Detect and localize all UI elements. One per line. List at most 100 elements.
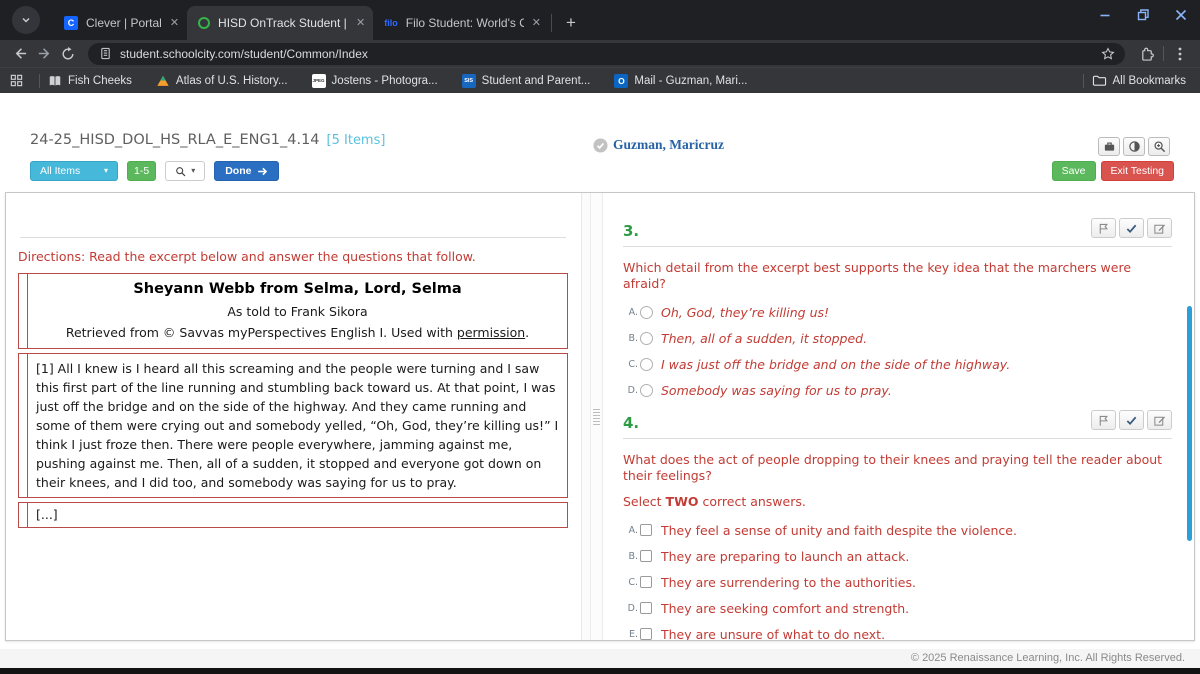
option-letter: A.: [628, 306, 638, 318]
tab-clever[interactable]: C Clever | Portal ✕: [53, 6, 187, 40]
option-row[interactable]: B. Then, all of a sudden, it stopped.: [623, 330, 1172, 346]
window-minimize-button[interactable]: [1086, 0, 1124, 30]
option-row[interactable]: D. They are seeking comfort and strength…: [623, 600, 1172, 616]
checkbox[interactable]: [640, 602, 652, 614]
item-filter-dropdown[interactable]: All Items ▾: [30, 161, 118, 181]
option-row[interactable]: A. They feel a sense of unity and faith …: [623, 522, 1172, 538]
bookmark-outlook-mail[interactable]: O Mail - Guzman, Mari...: [614, 73, 747, 88]
passage-title: Sheyann Webb from Selma, Lord, Selma: [133, 281, 462, 297]
reload-button[interactable]: [56, 42, 80, 66]
student-name: Guzman, Maricruz: [613, 137, 724, 152]
site-info-icon[interactable]: [99, 47, 112, 60]
contrast-tool-button[interactable]: [1123, 137, 1145, 156]
question-tools: [1091, 218, 1172, 238]
extensions-button[interactable]: [1135, 42, 1159, 66]
option-text: Oh, God, they’re killing us!: [661, 304, 830, 320]
item-range-button[interactable]: 1-5: [127, 161, 157, 181]
mark-answered-button[interactable]: [1119, 410, 1144, 430]
question-4: 4. What does the act of people dropping …: [623, 410, 1172, 640]
passage-scrollbar-track[interactable]: [581, 193, 590, 640]
check-icon: [1125, 414, 1138, 427]
bookmark-label: Student and Parent...: [481, 74, 591, 87]
tab-filo[interactable]: filo Filo Student: World's Only Live ✕: [373, 6, 549, 40]
done-button[interactable]: Done: [214, 161, 280, 181]
exit-testing-button[interactable]: Exit Testing: [1100, 161, 1174, 181]
edit-note-icon: [1153, 414, 1166, 427]
checkbox[interactable]: [640, 524, 652, 536]
bookmark-label: Jostens - Photogra...: [331, 74, 438, 87]
option-row[interactable]: D. Somebody was saying for us to pray.: [623, 382, 1172, 398]
checkbox[interactable]: [640, 628, 652, 640]
tab-close-icon[interactable]: ✕: [356, 17, 365, 29]
triangle-logo-icon: [156, 74, 170, 88]
option-letter: A.: [628, 524, 638, 536]
save-button[interactable]: Save: [1051, 161, 1096, 181]
window-restore-button[interactable]: [1124, 0, 1162, 30]
bookmark-sis[interactable]: SIS Student and Parent...: [461, 73, 591, 88]
radio-button[interactable]: [640, 383, 653, 397]
bookmark-atlas[interactable]: Atlas of U.S. History...: [156, 74, 288, 88]
mark-answered-button[interactable]: [1119, 218, 1144, 238]
panel-splitter[interactable]: [590, 193, 603, 640]
calculator-tool-button[interactable]: [1098, 137, 1120, 156]
new-tab-button[interactable]: +: [566, 14, 576, 31]
tab-hisd-ontrack[interactable]: HISD OnTrack Student | Renais ✕: [187, 6, 374, 40]
apps-grid-button[interactable]: [10, 74, 23, 87]
option-text: They are seeking comfort and strength.: [661, 600, 910, 616]
url-text[interactable]: student.schoolcity.com/student/Common/In…: [120, 47, 1095, 61]
tab-close-icon[interactable]: ✕: [170, 17, 179, 29]
option-row[interactable]: A. Oh, God, they’re killing us!: [623, 304, 1172, 320]
forward-button[interactable]: [32, 42, 56, 66]
question-number: 3.: [623, 222, 640, 240]
radio-button[interactable]: [640, 357, 653, 371]
bookmarks-separator: [39, 73, 40, 88]
notes-button[interactable]: [1147, 218, 1172, 238]
tab-search-button[interactable]: [12, 6, 40, 34]
bookmark-fish-cheeks[interactable]: Fish Cheeks: [48, 74, 132, 88]
arrow-right-icon: [257, 166, 268, 177]
folder-icon: [1092, 74, 1107, 87]
all-bookmarks-label: All Bookmarks: [1112, 74, 1187, 87]
checkbox[interactable]: [640, 576, 652, 588]
flag-icon: [1097, 222, 1110, 235]
item-filter-label: All Items: [40, 165, 81, 177]
flag-question-button[interactable]: [1091, 218, 1116, 238]
edit-note-icon: [1153, 222, 1166, 235]
option-row[interactable]: C. I was just off the bridge and on the …: [623, 356, 1172, 372]
student-identity: Guzman, Maricruz: [593, 137, 724, 153]
bookmark-jostens[interactable]: JPEG Jostens - Photogra...: [311, 73, 438, 88]
questions-scrollbar-thumb[interactable]: [1187, 306, 1192, 541]
permission-link[interactable]: permission: [457, 325, 525, 340]
checkbox[interactable]: [640, 550, 652, 562]
split-view: Directions: Read the excerpt below and a…: [5, 192, 1195, 641]
back-button[interactable]: [8, 42, 32, 66]
address-bar[interactable]: student.schoolcity.com/student/Common/In…: [88, 42, 1125, 65]
notes-button[interactable]: [1147, 410, 1172, 430]
zoom-tool-button[interactable]: [1148, 137, 1170, 156]
radio-button[interactable]: [640, 305, 653, 319]
option-row[interactable]: C. They are surrendering to the authorit…: [623, 574, 1172, 590]
radio-button[interactable]: [640, 331, 653, 345]
browser-tab-strip: C Clever | Portal ✕ HISD OnTrack Student…: [0, 0, 1200, 40]
bookmark-star-icon[interactable]: [1101, 46, 1115, 61]
option-letter: B.: [628, 550, 638, 562]
window-close-button[interactable]: [1162, 0, 1200, 30]
search-dropdown-button[interactable]: ▾: [165, 161, 206, 181]
accessibility-tools: [1098, 137, 1170, 156]
all-bookmarks-button[interactable]: All Bookmarks: [1092, 74, 1187, 87]
source-text: Retrieved from © Savvas myPerspectives E…: [65, 325, 457, 340]
option-text: They are surrendering to the authorities…: [661, 574, 916, 590]
option-row[interactable]: B. They are preparing to launch an attac…: [623, 548, 1172, 564]
briefcase-icon: [1103, 140, 1116, 153]
tab-close-icon[interactable]: ✕: [532, 17, 541, 29]
tab-title: Clever | Portal: [86, 16, 162, 30]
option-letter: D.: [627, 384, 638, 396]
check-icon: [1125, 222, 1138, 235]
bookmark-label: Atlas of U.S. History...: [175, 74, 288, 87]
browser-menu-button[interactable]: [1168, 42, 1192, 66]
schoolcity-page: 24-25_HISD_DOL_HS_RLA_E_ENG1_4.14 [5 Item…: [0, 93, 1200, 674]
apps-grid-icon: [10, 74, 23, 87]
option-letter: C.: [628, 358, 638, 370]
option-row[interactable]: E. They are unsure of what to do next.: [623, 626, 1172, 640]
flag-question-button[interactable]: [1091, 410, 1116, 430]
